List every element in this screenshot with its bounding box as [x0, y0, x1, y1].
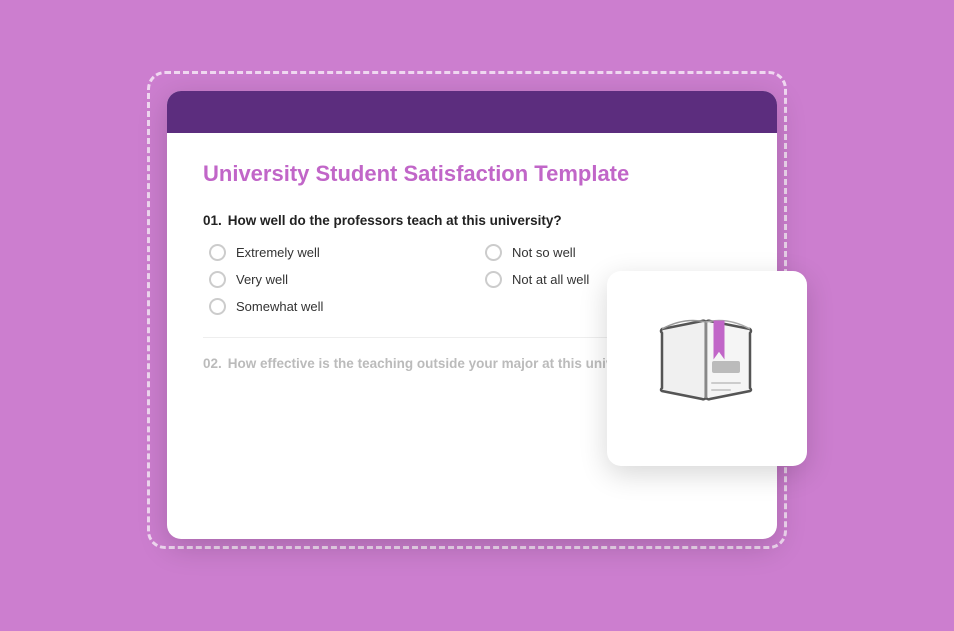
book-icon [642, 303, 772, 433]
option-label-very-well: Very well [236, 272, 288, 287]
radio-extremely-well[interactable] [209, 244, 226, 261]
option-label-somewhat-well: Somewhat well [236, 299, 323, 314]
option-label-extremely-well: Extremely well [236, 245, 320, 260]
question-2-number: 02. [203, 356, 222, 371]
question-2-text: How effective is the teaching outside yo… [228, 356, 658, 371]
option-very-well[interactable]: Very well [209, 271, 465, 288]
radio-somewhat-well[interactable] [209, 298, 226, 315]
option-label-not-so-well: Not so well [512, 245, 576, 260]
option-somewhat-well[interactable]: Somewhat well [209, 298, 465, 315]
question-1-label: 01. How well do the professors teach at … [203, 213, 741, 228]
option-label-not-at-all-well: Not at all well [512, 272, 589, 287]
survey-title: University Student Satisfaction Template [203, 161, 741, 187]
question-1-number: 01. [203, 213, 222, 228]
radio-not-at-all-well[interactable] [485, 271, 502, 288]
option-extremely-well[interactable]: Extremely well [209, 244, 465, 261]
radio-very-well[interactable] [209, 271, 226, 288]
radio-not-so-well[interactable] [485, 244, 502, 261]
card-wrapper: University Student Satisfaction Template… [147, 71, 807, 561]
question-1-text: How well do the professors teach at this… [228, 213, 562, 228]
option-not-so-well[interactable]: Not so well [485, 244, 741, 261]
book-illustration-card [607, 271, 807, 466]
card-header-bar [167, 91, 777, 133]
